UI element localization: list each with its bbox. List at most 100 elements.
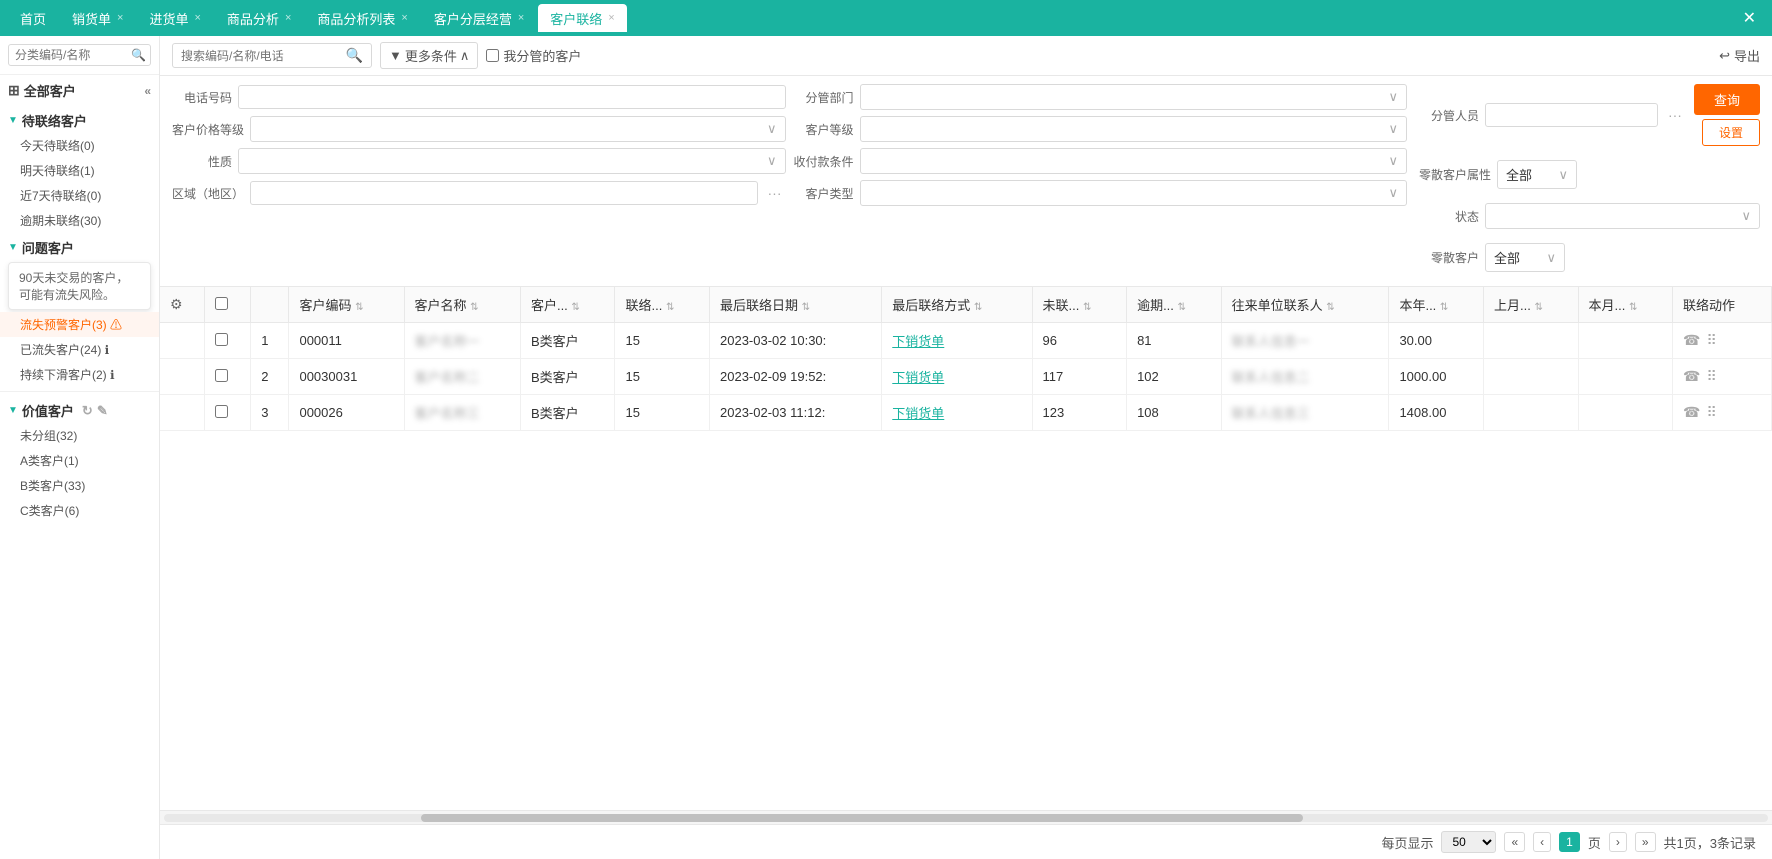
sidebar-item-class-c[interactable]: C类客户(6) [0,498,159,523]
tab-sales[interactable]: 销货单 × [60,4,135,32]
sidebar-search-input[interactable] [8,44,151,66]
sidebar-item-today[interactable]: 今天待联络(0) [0,133,159,158]
query-button[interactable]: 查询 [1694,84,1760,115]
td-type-2: B类客户 [520,359,615,395]
row3-checkbox[interactable] [215,405,228,418]
action-icons-1: ☎ ⠿ [1683,332,1761,349]
tab-customer-contact[interactable]: 客户联络 × [538,4,626,32]
first-page-button[interactable]: « [1504,832,1525,852]
th-overdue[interactable]: 逾期... ⇅ [1127,287,1222,323]
sidebar-item-declining[interactable]: 持续下滑客户(2) ℹ [0,362,159,387]
content-area: 🔍 ▼ 更多条件 ∧ 我分管的客户 ↩ 导出 [160,36,1772,859]
link-way-1[interactable]: 下销货单 [892,334,944,349]
tab-analysis[interactable]: 商品分析 × [215,4,303,32]
tab-analysis-list-close[interactable]: × [401,12,407,24]
select-all-checkbox[interactable] [215,297,228,310]
tab-purchase-label: 进货单 [149,9,188,28]
scroll-thumb[interactable] [421,814,1303,822]
sidebar-item-class-b[interactable]: B类客户(33) [0,473,159,498]
filter-manager-more[interactable]: ··· [1664,107,1686,123]
filter-customer-type-select[interactable]: ∨ [860,180,1408,206]
sidebar-item-unclassified[interactable]: 未分组(32) [0,423,159,448]
window-close-button[interactable]: ✕ [1735,8,1764,28]
filter-nature-select[interactable]: ∨ [238,148,786,174]
sort-type-icon: ⇅ [571,302,579,313]
filter-region-more[interactable]: ··· [764,185,786,201]
row2-checkbox[interactable] [215,369,228,382]
sidebar-collapse-button[interactable]: « [144,84,151,98]
tab-customer-tier[interactable]: 客户分层经营 × [422,4,536,32]
horizontal-scrollbar[interactable] [160,810,1772,824]
filter-retail-attr-arrow: ∨ [1558,167,1568,183]
td-way-1: 下销货单 [882,323,1032,359]
tab-customer-contact-close[interactable]: × [608,12,614,24]
filter-customer-type-label: 客户类型 [794,185,854,202]
sidebar-item-churn-warning[interactable]: 流失预警客户(3) ⚠ [0,312,159,337]
tab-analysis-list[interactable]: 商品分析列表 × [305,4,419,32]
tab-home[interactable]: 首页 [8,4,58,32]
th-name[interactable]: 客户名称 ⇅ [404,287,520,323]
filter-payment-select[interactable]: ∨ [860,148,1407,174]
contact-icon-1[interactable]: ☎ [1683,332,1700,349]
sidebar-divider [0,391,159,392]
th-last-month[interactable]: 上月... ⇅ [1483,287,1578,323]
tab-analysis-close[interactable]: × [285,12,291,24]
th-code[interactable]: 客户编码 ⇅ [289,287,404,323]
sidebar-item-tomorrow[interactable]: 明天待联络(1) [0,158,159,183]
filter-retail-attr-select[interactable]: 全部 ∨ [1497,160,1577,189]
filter-manager-input[interactable] [1485,103,1658,127]
search-submit-icon[interactable]: 🔍 [346,47,363,64]
last-page-button[interactable]: » [1635,832,1656,852]
tab-customer-tier-close[interactable]: × [518,12,524,24]
more-filter-button[interactable]: ▼ 更多条件 ∧ [380,42,478,69]
td-name-1: 客户名称一 [404,323,520,359]
export-button[interactable]: ↩ 导出 [1719,46,1760,65]
search-input[interactable] [181,49,346,63]
tab-purchase[interactable]: 进货单 × [137,4,212,32]
th-contact[interactable]: 联络... ⇅ [615,287,710,323]
th-this-month[interactable]: 本月... ⇅ [1578,287,1673,323]
filter-retail-attr-label: 零散客户属性 [1419,166,1491,183]
th-last-date[interactable]: 最后联络日期 ⇅ [710,287,882,323]
refresh-icon[interactable]: ↻ [82,403,93,419]
my-customer-checkbox[interactable] [486,49,499,62]
filter-price-grade-select[interactable]: ∨ [250,116,785,142]
edit-icon[interactable]: ✎ [97,403,108,419]
settings-gear-icon[interactable]: ⚙ [170,296,183,312]
link-way-2[interactable]: 下销货单 [892,370,944,385]
filter-region-input[interactable] [250,181,757,205]
filter-label: 更多条件 [405,46,457,65]
filter-dept-select[interactable]: ∨ [860,84,1408,110]
th-this-year[interactable]: 本年... ⇅ [1389,287,1484,323]
contact-icon-2[interactable]: ☎ [1683,368,1700,385]
more-action-icon-3[interactable]: ⠿ [1707,404,1717,421]
more-action-icon-1[interactable]: ⠿ [1707,332,1717,349]
more-action-icon-2[interactable]: ⠿ [1707,368,1717,385]
sidebar-item-7days[interactable]: 近7天待联络(0) [0,183,159,208]
link-way-3[interactable]: 下销货单 [892,406,944,421]
sidebar-search-icon[interactable]: 🔍 [131,48,146,62]
settings-button[interactable]: 设置 [1702,119,1760,146]
filter-right-row-4: 零散客户 全部 ∨ [1419,243,1760,272]
filter-status-select[interactable]: ∨ [1485,203,1760,229]
tab-sales-close[interactable]: × [117,12,123,24]
th-not-contacted[interactable]: 未联... ⇅ [1032,287,1127,323]
th-unit-contact[interactable]: 往来单位联系人 ⇅ [1221,287,1389,323]
filter-phone-input[interactable] [238,85,786,109]
top-navigation: 首页 销货单 × 进货单 × 商品分析 × 商品分析列表 × 客户分层经营 × … [0,0,1772,36]
th-type[interactable]: 客户... ⇅ [520,287,615,323]
th-settings[interactable]: ⚙ [160,287,205,323]
filter-customer-grade-select[interactable]: ∨ [860,116,1408,142]
prev-page-button[interactable]: ‹ [1533,832,1551,852]
sidebar-all-customers[interactable]: ⊞ 全部客户 « [0,75,159,106]
contact-icon-3[interactable]: ☎ [1683,404,1700,421]
filter-retail-select[interactable]: 全部 ∨ [1485,243,1565,272]
per-page-select[interactable]: 50 20 100 [1441,831,1496,853]
th-last-way[interactable]: 最后联络方式 ⇅ [882,287,1032,323]
sidebar-item-overdue[interactable]: 逾期未联络(30) [0,208,159,233]
next-page-button[interactable]: › [1609,832,1627,852]
tab-purchase-close[interactable]: × [194,12,200,24]
row1-checkbox[interactable] [215,333,228,346]
sidebar-item-class-a[interactable]: A类客户(1) [0,448,159,473]
sidebar-item-churned[interactable]: 已流失客户(24) ℹ [0,337,159,362]
